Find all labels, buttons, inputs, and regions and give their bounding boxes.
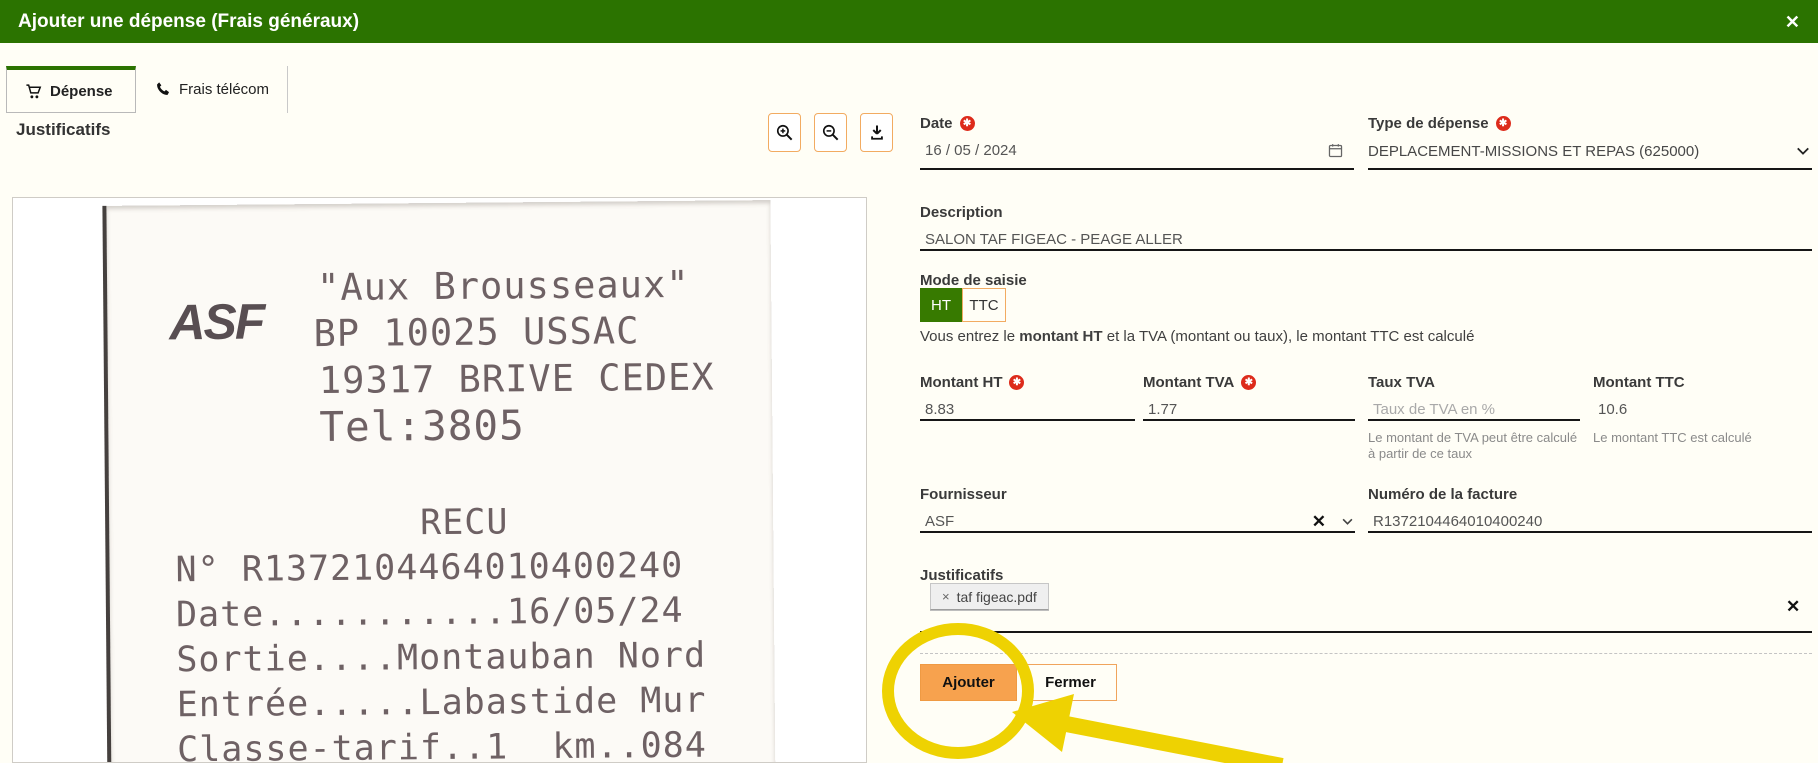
montant-ht-label: Montant HT: [920, 374, 1003, 391]
montant-ttc-label: Montant TTC: [1593, 374, 1685, 391]
date-input[interactable]: [920, 142, 1327, 159]
receipt-line: Classe-tarif..1 km..084: [176, 725, 708, 763]
taux-tva-input[interactable]: [1368, 401, 1580, 418]
montant-tva-label: Montant TVA: [1143, 374, 1235, 391]
tab-depense-label: Dépense: [50, 82, 113, 100]
description-input[interactable]: [920, 231, 1812, 248]
fournisseur-field: Fournisseur ✕: [920, 486, 1355, 533]
taux-tva-helper: Le montant de TVA peut être calculé à pa…: [1368, 430, 1578, 462]
zoom-in-icon: [776, 124, 792, 140]
receipt-line: N° R1372104464010400240: [175, 545, 684, 591]
attached-file-tag: × taf figeac.pdf: [930, 583, 1049, 610]
form-actions: Ajouter Fermer: [920, 664, 1117, 701]
mode-saisie-hint: Vous entrez le montant HT et la TVA (mon…: [920, 328, 1475, 345]
montant-ttc-helper: Le montant TTC est calculé: [1593, 430, 1752, 445]
zoom-out-button[interactable]: [814, 113, 847, 152]
justificatifs-underline: [920, 631, 1812, 633]
fournisseur-input[interactable]: [920, 513, 1312, 530]
type-depense-select[interactable]: DEPLACEMENT-MISSIONS ET REPAS (625000): [1368, 142, 1812, 160]
fermer-button[interactable]: Fermer: [1024, 664, 1117, 701]
toggle-ht[interactable]: HT: [920, 288, 962, 322]
receipt-line: Entrée.....Labastide Mur: [176, 680, 707, 726]
description-field: Description: [920, 204, 1812, 251]
type-depense-label: Type de dépense: [1368, 115, 1489, 132]
separator: [920, 653, 1812, 654]
justificatifs-heading: Justificatifs: [16, 120, 111, 139]
justificatifs-label: Justificatifs: [920, 567, 1004, 584]
montant-ttc-value: [1593, 401, 1812, 418]
download-icon: [870, 125, 883, 140]
montant-ht-field: Montant HT ✱: [920, 374, 1135, 421]
numero-facture-field: Numéro de la facture: [1368, 486, 1812, 533]
taux-tva-field: Taux TVA: [1368, 374, 1580, 421]
date-label-row: Date ✱: [920, 115, 1354, 132]
receipt-line: "Aux Brousseaux": [316, 262, 690, 310]
type-depense-label-row: Type de dépense ✱: [1368, 115, 1812, 132]
numero-facture-input[interactable]: [1368, 513, 1812, 530]
asf-logo: ASF: [169, 293, 264, 351]
modal-title: Ajouter une dépense (Frais généraux): [18, 10, 360, 32]
numero-facture-label: Numéro de la facture: [1368, 486, 1518, 503]
ajouter-button[interactable]: Ajouter: [920, 664, 1017, 701]
mode-saisie-toggle: HT TTC: [920, 288, 1006, 322]
receipt-line: 19317 BRIVE CEDEX: [318, 355, 715, 403]
required-icon: ✱: [959, 116, 975, 131]
fournisseur-label: Fournisseur: [920, 486, 1007, 503]
receipt-image: ASF "Aux Brousseaux" BP 10025 USSAC 1931…: [102, 200, 776, 763]
remove-file-icon[interactable]: ×: [942, 589, 950, 604]
modal-header: Ajouter une dépense (Frais généraux) ✕: [0, 0, 1818, 43]
tab-frais-telecom-label: Frais télécom: [179, 81, 270, 98]
tab-frais-telecom[interactable]: Frais télécom: [136, 66, 289, 113]
tab-depense[interactable]: Dépense: [6, 66, 136, 113]
montant-ht-input[interactable]: [920, 401, 1135, 418]
taux-tva-label: Taux TVA: [1368, 374, 1435, 391]
montant-ttc-field: Montant TTC: [1593, 374, 1812, 421]
chevron-down-icon: [1797, 147, 1809, 155]
type-depense-field: Type de dépense ✱ DEPLACEMENT-MISSIONS E…: [1368, 115, 1812, 170]
cart-icon: [26, 83, 42, 98]
close-icon[interactable]: ✕: [1785, 13, 1800, 31]
zoom-out-icon: [822, 124, 838, 140]
receipt-line: Tel:3805: [319, 401, 526, 452]
required-icon: ✱: [1495, 116, 1511, 131]
expense-form: Date ✱ Type de dépense ✱ DEPLACEMENT-MIS…: [920, 100, 1812, 740]
calendar-icon[interactable]: [1327, 142, 1344, 159]
required-icon: ✱: [1241, 375, 1257, 390]
attached-file-name: taf figeac.pdf: [956, 588, 1037, 605]
mode-saisie-label: Mode de saisie: [920, 272, 1027, 289]
receipt-line: RECU: [420, 502, 509, 544]
receipt-viewer: ASF "Aux Brousseaux" BP 10025 USSAC 1931…: [12, 197, 867, 763]
justificatifs-clear-icon[interactable]: ✕: [1786, 597, 1800, 617]
receipt-line: Sortie....Montauban Nord: [176, 635, 707, 681]
chevron-down-icon[interactable]: [1340, 514, 1355, 529]
receipt-line: Date...........16/05/24: [175, 590, 684, 636]
date-label: Date: [920, 115, 953, 132]
image-toolbar: [768, 113, 893, 152]
tab-bar: Dépense Frais télécom: [6, 66, 289, 113]
toggle-ttc[interactable]: TTC: [962, 288, 1006, 322]
date-field: Date ✱: [920, 115, 1354, 170]
montant-tva-input[interactable]: [1143, 401, 1355, 418]
required-icon: ✱: [1009, 375, 1025, 390]
receipt-line: BP 10025 USSAC: [313, 309, 640, 356]
download-button[interactable]: [860, 113, 893, 152]
description-label: Description: [920, 204, 1003, 221]
fournisseur-clear-icon[interactable]: ✕: [1312, 513, 1326, 530]
montant-tva-field: Montant TVA ✱: [1143, 374, 1355, 421]
phone-icon: [157, 82, 170, 95]
zoom-in-button[interactable]: [768, 113, 801, 152]
type-depense-value: DEPLACEMENT-MISSIONS ET REPAS (625000): [1368, 142, 1700, 160]
